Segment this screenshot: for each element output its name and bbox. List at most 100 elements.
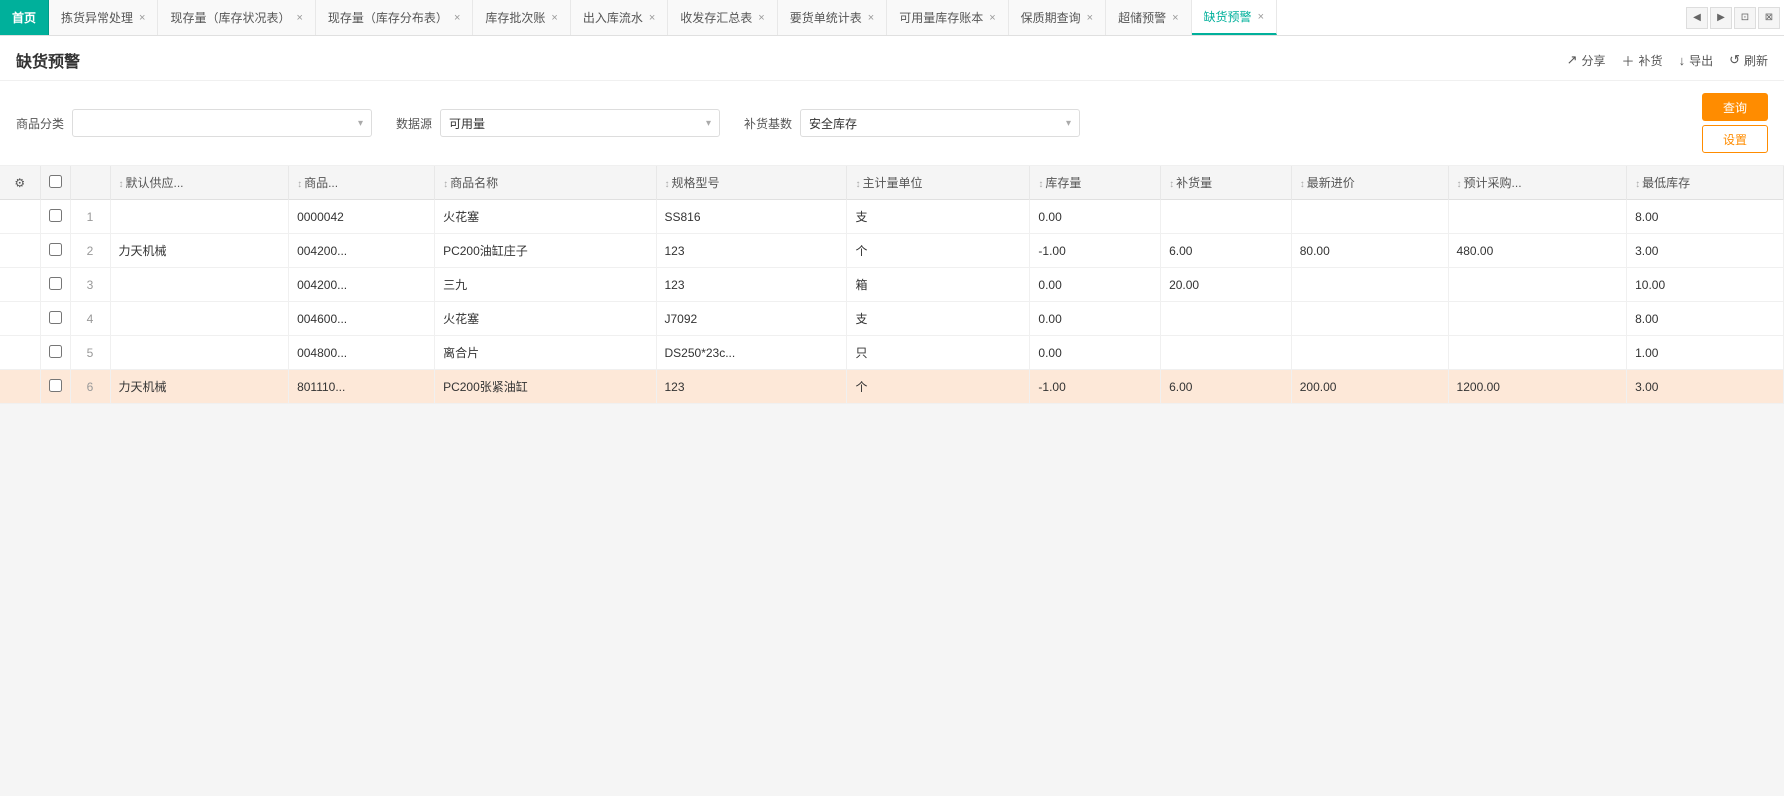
tab-label-abnormal: 拣货异常处理 [61, 9, 133, 26]
data-table: ⚙ ↕默认供应... ↕商品... ↕商品名称 ↕规格型号 ↕主计量单位 ↕库存… [0, 166, 1784, 404]
row-num-6: 6 [70, 370, 110, 404]
query-button[interactable]: 查询 [1702, 93, 1768, 121]
table-row: 5 004800... 离合片 DS250*23c... 只 0.00 1.00 [0, 336, 1784, 370]
checkbox-2[interactable] [49, 243, 62, 256]
unit-header[interactable]: ↕主计量单位 [847, 166, 1030, 200]
tab-available-ledger[interactable]: 可用量库存账本× [887, 0, 1008, 35]
tab-close-shortage[interactable]: × [1258, 11, 1264, 23]
checkbox-1[interactable] [49, 209, 62, 222]
tab-close-overstock[interactable]: × [1172, 12, 1178, 24]
latest-price-1 [1291, 200, 1448, 234]
table-row: 2 力天机械 004200... PC200油缸庄子 123 个 -1.00 6… [0, 234, 1784, 268]
tab-receive-summary[interactable]: 收发存汇总表× [668, 0, 777, 35]
category-label: 商品分类 [16, 115, 64, 132]
checkbox-3[interactable] [49, 277, 62, 290]
table-container: ⚙ ↕默认供应... ↕商品... ↕商品名称 ↕规格型号 ↕主计量单位 ↕库存… [0, 166, 1784, 404]
min-stock-6: 3.00 [1627, 370, 1784, 404]
tab-shortage[interactable]: 缺货预警× [1192, 0, 1277, 35]
refresh-label: 刷新 [1744, 52, 1768, 69]
spec-header[interactable]: ↕规格型号 [656, 166, 847, 200]
spec-1: SS816 [656, 200, 847, 234]
prev-tab-btn[interactable]: ◀ [1686, 7, 1708, 29]
tab-close-expiry-query[interactable]: × [1087, 12, 1093, 24]
datasource-filter-group: 数据源 可用量 ▾ [396, 109, 720, 137]
row-checkbox-3[interactable] [40, 268, 70, 302]
latest-price-header[interactable]: ↕最新进价 [1291, 166, 1448, 200]
table-row: 6 力天机械 801110... PC200张紧油缸 123 个 -1.00 6… [0, 370, 1784, 404]
row-checkbox-4[interactable] [40, 302, 70, 336]
tab-close-order-stats[interactable]: × [868, 12, 874, 24]
checkbox-5[interactable] [49, 345, 62, 358]
share-action[interactable]: ↗ 分享 [1567, 52, 1606, 69]
tab-close-receive-summary[interactable]: × [758, 12, 764, 24]
min-stock-3: 10.00 [1627, 268, 1784, 302]
replenish-qty-2: 6.00 [1161, 234, 1292, 268]
checkbox-6[interactable] [49, 379, 62, 392]
product-name-4: 火花塞 [435, 302, 656, 336]
stock-qty-3: 0.00 [1030, 268, 1161, 302]
refresh-action[interactable]: ↺ 刷新 [1729, 52, 1768, 69]
min-stock-header[interactable]: ↕最低库存 [1627, 166, 1784, 200]
export-action[interactable]: ↓ 导出 [1679, 52, 1714, 69]
tab-inout-flow[interactable]: 出入库流水× [571, 0, 668, 35]
replenish-qty-header[interactable]: ↕补货量 [1161, 166, 1292, 200]
row-checkbox-2[interactable] [40, 234, 70, 268]
filter-bar: 商品分类 ▾ 数据源 可用量 ▾ 补货基数 安全库存 ▾ 查询 设置 [0, 81, 1784, 166]
tab-inventory-status[interactable]: 现存量（库存状况表）× [158, 0, 315, 35]
row-checkbox-6[interactable] [40, 370, 70, 404]
table-row: 3 004200... 三九 123 箱 0.00 20.00 10.00 [0, 268, 1784, 302]
tab-overstock[interactable]: 超储预警× [1106, 0, 1191, 35]
datasource-select[interactable]: 可用量 ▾ [440, 109, 720, 137]
spec-5: DS250*23c... [656, 336, 847, 370]
tab-close-inventory-dist[interactable]: × [454, 12, 460, 24]
min-stock-5: 1.00 [1627, 336, 1784, 370]
tab-close-batch-account[interactable]: × [551, 12, 557, 24]
tab-label-expiry-query: 保质期查询 [1021, 9, 1081, 26]
row-gear-5 [0, 336, 40, 370]
product-code-header[interactable]: ↕商品... [289, 166, 435, 200]
replenish-base-select[interactable]: 安全库存 ▾ [800, 109, 1080, 137]
tab-batch-account[interactable]: 库存批次账× [473, 0, 570, 35]
checkbox-header[interactable] [40, 166, 70, 200]
select-all-checkbox[interactable] [49, 175, 62, 188]
row-checkbox-5[interactable] [40, 336, 70, 370]
stock-qty-header[interactable]: ↕库存量 [1030, 166, 1161, 200]
product-code-5: 004800... [289, 336, 435, 370]
fullscreen-btn[interactable]: ⊠ [1758, 7, 1780, 29]
filter-actions: 查询 设置 [1702, 93, 1768, 153]
replenish-action[interactable]: ＋ 补货 [1622, 51, 1663, 70]
product-code-6: 801110... [289, 370, 435, 404]
tab-close-available-ledger[interactable]: × [989, 12, 995, 24]
unit-3: 箱 [847, 268, 1030, 302]
tab-inventory-dist[interactable]: 现存量（库存分布表）× [316, 0, 473, 35]
row-gear-4 [0, 302, 40, 336]
supplier-header[interactable]: ↕默认供应... [110, 166, 289, 200]
window-btn[interactable]: ⊡ [1734, 7, 1756, 29]
tab-expiry-query[interactable]: 保质期查询 × [1009, 0, 1106, 35]
latest-price-5 [1291, 336, 1448, 370]
stock-qty-6: -1.00 [1030, 370, 1161, 404]
est-purchase-4 [1448, 302, 1627, 336]
category-select[interactable]: ▾ [72, 109, 372, 137]
tab-close-inventory-status[interactable]: × [296, 12, 302, 24]
spec-4: J7092 [656, 302, 847, 336]
tab-label-order-stats: 要货单统计表 [790, 9, 862, 26]
gear-header[interactable]: ⚙ [0, 166, 40, 200]
tab-close-abnormal[interactable]: × [139, 12, 145, 24]
est-purchase-header[interactable]: ↕预计采购... [1448, 166, 1627, 200]
product-name-header[interactable]: ↕商品名称 [435, 166, 656, 200]
row-checkbox-1[interactable] [40, 200, 70, 234]
tab-home[interactable]: 首页 [0, 0, 49, 35]
share-icon: ↗ [1567, 52, 1578, 68]
row-gear-6 [0, 370, 40, 404]
tab-abnormal[interactable]: 拣货异常处理 × [49, 0, 158, 35]
supplier-4 [110, 302, 289, 336]
table-header-row: ⚙ ↕默认供应... ↕商品... ↕商品名称 ↕规格型号 ↕主计量单位 ↕库存… [0, 166, 1784, 200]
checkbox-4[interactable] [49, 311, 62, 324]
replenish-qty-4 [1161, 302, 1292, 336]
tab-order-stats[interactable]: 要货单统计表 × [778, 0, 887, 35]
next-tab-btn[interactable]: ▶ [1710, 7, 1732, 29]
settings-button[interactable]: 设置 [1702, 125, 1768, 153]
tab-close-inout-flow[interactable]: × [649, 12, 655, 24]
latest-price-6: 200.00 [1291, 370, 1448, 404]
